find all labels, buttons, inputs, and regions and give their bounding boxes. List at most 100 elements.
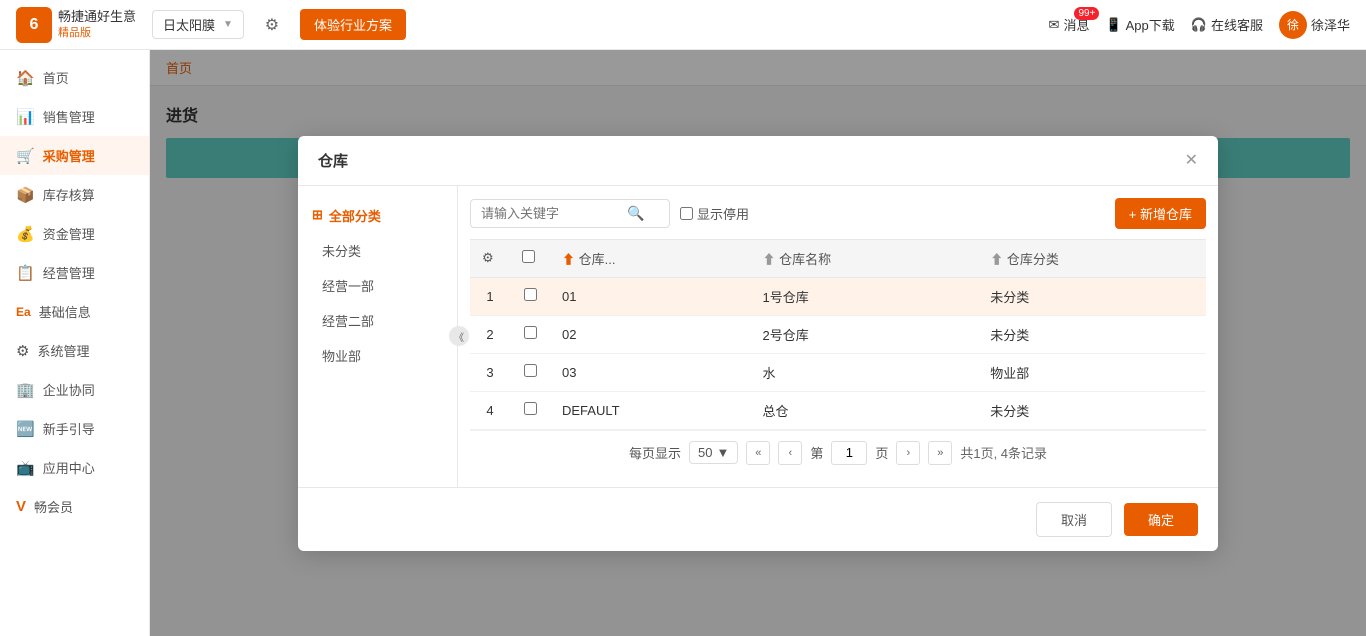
confirm-button[interactable]: 确定 <box>1124 503 1198 536</box>
warehouse-modal: 仓库 ✕ ⊞ 全部分类 未分类 经营一部 经营二部 物业部 <box>298 136 1218 551</box>
th-category: ⬆ 仓库分类 <box>978 239 1206 277</box>
trial-button[interactable]: 体验行业方案 <box>300 9 406 40</box>
sidebar-label-apps: 应用中心 <box>43 458 95 477</box>
table-row[interactable]: 2 02 2号仓库 未分类 <box>470 315 1206 353</box>
warehouse-table: ⚙ ⬆ 仓库... ⬆ 仓库名称 <box>470 239 1206 430</box>
th-name: ⬆ 仓库名称 <box>750 239 978 277</box>
total-info: 共1页, 4条记录 <box>960 443 1047 462</box>
row-check[interactable] <box>510 315 550 353</box>
page-suffix: 页 <box>875 443 888 462</box>
grid-icon: ⊞ <box>312 207 323 223</box>
table-body: 1 01 1号仓库 未分类 2 02 <box>470 277 1206 429</box>
table-row[interactable]: 1 01 1号仓库 未分类 <box>470 277 1206 315</box>
logo-text: 畅捷通好生意 精品版 <box>58 9 136 40</box>
branch-selector[interactable]: 日太阳膜 ▼ <box>152 10 244 39</box>
show-disabled-checkbox-label[interactable]: 显示停用 <box>680 204 749 223</box>
sidebar-item-enterprise[interactable]: 🏢 企业协同 <box>0 370 149 409</box>
show-disabled-checkbox[interactable] <box>680 207 693 220</box>
last-page-button[interactable]: » <box>928 441 952 465</box>
sidebar-item-finance[interactable]: 💰 资金管理 <box>0 214 149 253</box>
online-service-button[interactable]: 🎧 在线客服 <box>1191 15 1263 34</box>
sidebar-label-system: 系统管理 <box>37 341 89 360</box>
row-name: 1号仓库 <box>750 277 978 315</box>
select-all-checkbox[interactable] <box>522 250 535 263</box>
sidebar-label-sales: 销售管理 <box>43 107 95 126</box>
sales-icon: 📊 <box>16 108 35 126</box>
inventory-icon: 📦 <box>16 186 35 204</box>
next-page-button[interactable]: › <box>896 441 920 465</box>
first-page-button[interactable]: « <box>746 441 770 465</box>
sidebar-label-enterprise: 企业协同 <box>43 380 95 399</box>
basic-icon: Ea <box>16 305 31 319</box>
settings-icon[interactable]: ⚙ <box>256 9 288 41</box>
sidebar-item-apps[interactable]: 📺 应用中心 <box>0 448 149 487</box>
settings-icon: ⚙ <box>482 250 494 265</box>
row-num: 3 <box>470 353 510 391</box>
modal-overlay: 仓库 ✕ ⊞ 全部分类 未分类 经营一部 经营二部 物业部 <box>150 50 1366 636</box>
table-row[interactable]: 3 03 水 物业部 <box>470 353 1206 391</box>
message-badge: 99+ <box>1074 7 1099 20</box>
search-icon: 🔍 <box>627 205 644 222</box>
per-page-label: 每页显示 <box>629 443 681 462</box>
table-area: 🔍 显示停用 + 新增仓库 <box>458 186 1218 487</box>
sidebar-item-home[interactable]: 🏠 首页 <box>0 58 149 97</box>
pagination: 每页显示 50 ▼ « ‹ 第 页 › » 共1页 <box>470 430 1206 475</box>
sidebar-item-guide[interactable]: 🆕 新手引导 <box>0 409 149 448</box>
table-row[interactable]: 4 DEFAULT 总仓 未分类 <box>470 391 1206 429</box>
search-box[interactable]: 🔍 <box>470 199 670 228</box>
prev-page-button[interactable]: ‹ <box>778 441 802 465</box>
sidebar-label-operation: 经营管理 <box>43 263 95 282</box>
sidebar-label-vip: 畅会员 <box>34 497 73 516</box>
category-sidebar: ⊞ 全部分类 未分类 经营一部 经营二部 物业部 《 <box>298 186 458 487</box>
all-category-item[interactable]: ⊞ 全部分类 <box>298 198 457 233</box>
modal-close-button[interactable]: ✕ <box>1185 150 1198 170</box>
category-item-3[interactable]: 物业部 <box>298 338 457 373</box>
row-code: 02 <box>550 315 750 353</box>
row-num: 4 <box>470 391 510 429</box>
logo-area: 6 畅捷通好生意 精品版 <box>16 7 136 43</box>
sidebar-item-basic[interactable]: Ea 基础信息 <box>0 292 149 331</box>
page-number-input[interactable] <box>831 441 867 465</box>
row-check[interactable] <box>510 353 550 391</box>
headset-icon: 🎧 <box>1191 17 1207 33</box>
sidebar-label-home: 首页 <box>43 68 69 87</box>
category-item-0[interactable]: 未分类 <box>298 233 457 268</box>
content-area: 首页 进货 仓库 ✕ ⊞ <box>150 50 1366 636</box>
row-category: 物业部 <box>978 353 1206 391</box>
row-code: 01 <box>550 277 750 315</box>
sidebar-label-basic: 基础信息 <box>39 302 91 321</box>
apps-icon: 📺 <box>16 459 35 477</box>
sidebar-item-inventory[interactable]: 📦 库存核算 <box>0 175 149 214</box>
cancel-button[interactable]: 取消 <box>1036 502 1112 537</box>
row-name: 水 <box>750 353 978 391</box>
category-item-2[interactable]: 经营二部 <box>298 303 457 338</box>
operation-icon: 📋 <box>16 264 35 282</box>
message-button[interactable]: ✉ 消息 99+ <box>1049 15 1090 34</box>
category-item-1[interactable]: 经营一部 <box>298 268 457 303</box>
sort-icon-cat: ⬆ <box>990 252 1003 267</box>
sidebar-label-purchase: 采购管理 <box>43 146 95 165</box>
finance-icon: 💰 <box>16 225 35 243</box>
user-profile[interactable]: 徐 徐泽华 <box>1279 11 1350 39</box>
sidebar-item-system[interactable]: ⚙ 系统管理 <box>0 331 149 370</box>
row-name: 总仓 <box>750 391 978 429</box>
sidebar-item-purchase[interactable]: 🛒 采购管理 <box>0 136 149 175</box>
row-code: DEFAULT <box>550 391 750 429</box>
row-category: 未分类 <box>978 315 1206 353</box>
row-category: 未分类 <box>978 277 1206 315</box>
sidebar-item-sales[interactable]: 📊 销售管理 <box>0 97 149 136</box>
row-num: 2 <box>470 315 510 353</box>
sidebar: 🏠 首页 📊 销售管理 🛒 采购管理 📦 库存核算 💰 资金管理 📋 经营管理 … <box>0 50 150 636</box>
add-warehouse-button[interactable]: + 新增仓库 <box>1115 198 1206 229</box>
search-input[interactable] <box>481 206 621 221</box>
sidebar-item-vip[interactable]: V 畅会员 <box>0 487 149 526</box>
per-page-select[interactable]: 50 ▼ <box>689 441 738 464</box>
row-check[interactable] <box>510 277 550 315</box>
app-download-button[interactable]: 📱 App下载 <box>1105 15 1174 34</box>
sort-icon-name: ⬆ <box>762 252 775 267</box>
collapse-button[interactable]: 《 <box>449 326 469 346</box>
row-check[interactable] <box>510 391 550 429</box>
logo-icon: 6 <box>16 7 52 43</box>
sidebar-item-operation[interactable]: 📋 经营管理 <box>0 253 149 292</box>
sidebar-label-guide: 新手引导 <box>43 419 95 438</box>
